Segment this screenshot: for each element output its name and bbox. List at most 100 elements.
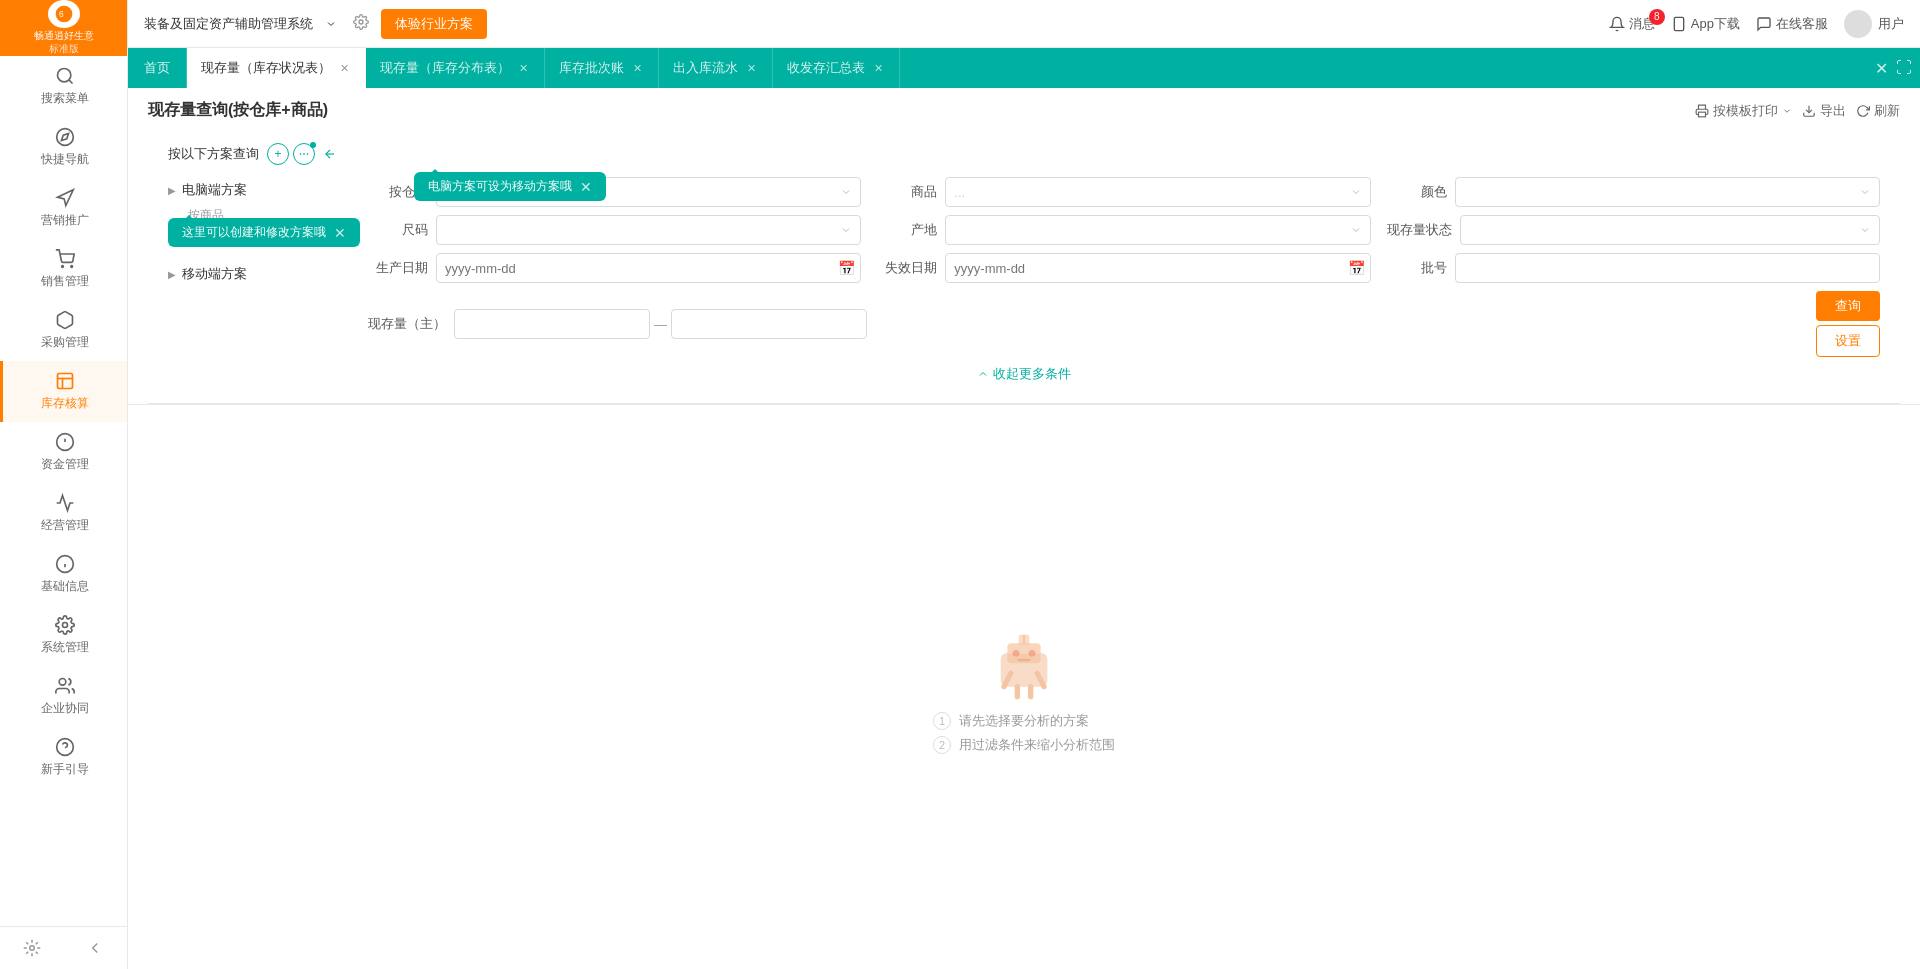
desktop-scheme-item[interactable]: ▶ 电脑端方案 这里可以创建和修改方案哦 ✕ [168, 177, 352, 203]
online-support-btn[interactable]: 在线客服 [1756, 15, 1828, 33]
sidebar-label-marketing: 营销推广 [41, 212, 89, 229]
sidebar-item-nav[interactable]: 快捷导航 [0, 117, 127, 178]
refresh-label: 刷新 [1874, 102, 1900, 120]
empty-hint-2: 2 用过滤条件来缩小分析范围 [933, 736, 1115, 754]
goods-field: 商品 ... [877, 177, 1370, 207]
tab-close-all-btn[interactable]: ✕ [1875, 59, 1888, 78]
logo-icon: 6 [48, 0, 80, 28]
tab-close-1[interactable]: ✕ [516, 61, 530, 75]
content-area: 现存量查询(按仓库+商品) 按模板打印 导出 [128, 88, 1920, 969]
stock-status-field: 现存量状态 [1387, 215, 1880, 245]
sidebar-item-enterprise[interactable]: 企业协同 [0, 666, 127, 727]
sidebar-label-finance: 资金管理 [41, 456, 89, 473]
tab-inventory-status[interactable]: 现存量（库存状况表） ✕ [187, 48, 366, 88]
sidebar-item-guide[interactable]: 新手引导 [0, 727, 127, 788]
mobile-scheme-item[interactable]: ▶ 移动端方案 [168, 261, 352, 287]
page-header-top: 现存量查询(按仓库+商品) 按模板打印 导出 [148, 100, 1900, 121]
stock-main-label: 现存量（主） [368, 315, 446, 333]
tab-close-4[interactable]: ✕ [871, 61, 885, 75]
sidebar-item-system[interactable]: 系统管理 [0, 605, 127, 666]
sidebar-logo: 6 畅通逍好生意 标准版 [0, 0, 127, 56]
svg-point-32 [1013, 650, 1020, 657]
scheme-tooltip-bottom-text: 这里可以创建和修改方案哦 [182, 224, 326, 241]
tab-summary[interactable]: 收发存汇总表 ✕ [773, 48, 900, 88]
dot-indicator [310, 142, 316, 148]
tab-home[interactable]: 首页 [128, 48, 187, 88]
sidebar-collapse-btn[interactable] [64, 935, 128, 961]
stock-main-to[interactable] [671, 309, 867, 339]
tab-batch[interactable]: 库存批次账 ✕ [545, 48, 659, 88]
top-header: 装备及固定资产辅助管理系统 体验行业方案 消息 8 App下载 在线客服 [128, 0, 1920, 48]
tab-close-0[interactable]: ✕ [337, 61, 351, 75]
sidebar: 6 畅通逍好生意 标准版 搜索菜单 快捷导航 营销推广 销售管理 采购管理 库存… [0, 0, 128, 969]
tab-label-2: 库存批次账 [559, 59, 624, 77]
expiry-date-label: 失效日期 [877, 259, 937, 277]
svg-line-3 [69, 80, 73, 84]
app-download-label: App下载 [1691, 15, 1740, 33]
scheme-tree-panel: ▶ 电脑端方案 这里可以创建和修改方案哦 ✕ 按商品 [168, 177, 368, 357]
industry-btn[interactable]: 体验行业方案 [381, 9, 487, 39]
online-support-label: 在线客服 [1776, 15, 1828, 33]
scheme-tooltip-bottom-close[interactable]: ✕ [334, 225, 346, 241]
filter-edit-btn[interactable]: 电脑方案可设为移动方案哦 ✕ [293, 143, 315, 165]
refresh-btn[interactable]: 刷新 [1856, 102, 1900, 120]
svg-point-17 [63, 623, 68, 628]
batch-input[interactable] [1455, 253, 1880, 283]
system-dropdown[interactable] [325, 18, 337, 30]
sidebar-item-basic[interactable]: 基础信息 [0, 544, 127, 605]
goods-label: 商品 [877, 183, 937, 201]
filter-fields: 按仓库 ... 商品 ... [368, 177, 1880, 357]
sidebar-label-enterprise: 企业协同 [41, 700, 89, 717]
color-dropdown-icon [1859, 186, 1871, 198]
production-date-field: 生产日期 📅 [368, 253, 861, 283]
color-field: 颜色 [1387, 177, 1880, 207]
tab-close-3[interactable]: ✕ [744, 61, 758, 75]
collapse-label: 收起更多条件 [993, 365, 1071, 383]
sidebar-label-system: 系统管理 [41, 639, 89, 656]
size-label: 尺码 [368, 221, 428, 239]
tab-flow[interactable]: 出入库流水 ✕ [659, 48, 773, 88]
svg-rect-8 [58, 374, 73, 389]
sidebar-item-search[interactable]: 搜索菜单 [0, 56, 127, 117]
tab-inventory-dist[interactable]: 现存量（库存分布表） ✕ [366, 48, 545, 88]
empty-state: 1 请先选择要分析的方案 2 用过滤条件来缩小分析范围 [128, 405, 1920, 969]
tab-label-1: 现存量（库存分布表） [380, 59, 510, 77]
template-print-btn[interactable]: 按模板打印 [1695, 102, 1792, 120]
tab-maximize-btn[interactable]: ⛶ [1896, 59, 1912, 77]
reset-btn[interactable]: 设置 [1816, 325, 1880, 357]
expiry-date-input[interactable] [945, 253, 1370, 283]
filter-arrow-btn[interactable] [319, 143, 341, 165]
search-buttons: 查询 设置 [1816, 291, 1880, 357]
sidebar-label-basic: 基础信息 [41, 578, 89, 595]
user-area[interactable]: 用户 [1844, 10, 1904, 38]
sidebar-item-inventory[interactable]: 库存核算 [0, 361, 127, 422]
svg-point-21 [30, 946, 35, 951]
scheme-tooltip-top: 电脑方案可设为移动方案哦 ✕ [414, 172, 606, 201]
notification-btn[interactable]: 消息 8 [1609, 15, 1655, 33]
filter-body: ▶ 电脑端方案 这里可以创建和修改方案哦 ✕ 按商品 [168, 177, 1880, 357]
scheme-tooltip-bottom: 这里可以创建和修改方案哦 ✕ [168, 218, 360, 247]
scheme-tooltip-close[interactable]: ✕ [580, 179, 592, 195]
sidebar-item-marketing[interactable]: 营销推广 [0, 178, 127, 239]
sidebar-settings-btn[interactable] [0, 935, 64, 961]
page-title: 现存量查询(按仓库+商品) [148, 100, 328, 121]
stock-main-from[interactable] [454, 309, 650, 339]
sidebar-item-sales[interactable]: 销售管理 [0, 239, 127, 300]
svg-text:6: 6 [59, 9, 64, 19]
sidebar-item-finance[interactable]: 资金管理 [0, 422, 127, 483]
collapse-row[interactable]: 收起更多条件 [168, 357, 1880, 391]
scheme-tooltip-text: 电脑方案可设为移动方案哦 [428, 178, 572, 195]
sidebar-item-purchase[interactable]: 采购管理 [0, 300, 127, 361]
batch-field: 批号 [1387, 253, 1880, 283]
header-settings-icon[interactable] [353, 14, 369, 33]
svg-point-6 [62, 266, 64, 268]
search-btn[interactable]: 查询 [1816, 291, 1880, 321]
production-date-input[interactable] [436, 253, 861, 283]
filter-label: 按以下方案查询 [168, 145, 259, 163]
sidebar-item-business[interactable]: 经营管理 [0, 483, 127, 544]
export-btn[interactable]: 导出 [1802, 102, 1846, 120]
tab-close-2[interactable]: ✕ [630, 61, 644, 75]
filter-header: 按以下方案查询 + 电脑方案可设为移动方案哦 ✕ [168, 143, 1880, 165]
app-download-btn[interactable]: App下载 [1671, 15, 1740, 33]
filter-add-btn[interactable]: + [267, 143, 289, 165]
